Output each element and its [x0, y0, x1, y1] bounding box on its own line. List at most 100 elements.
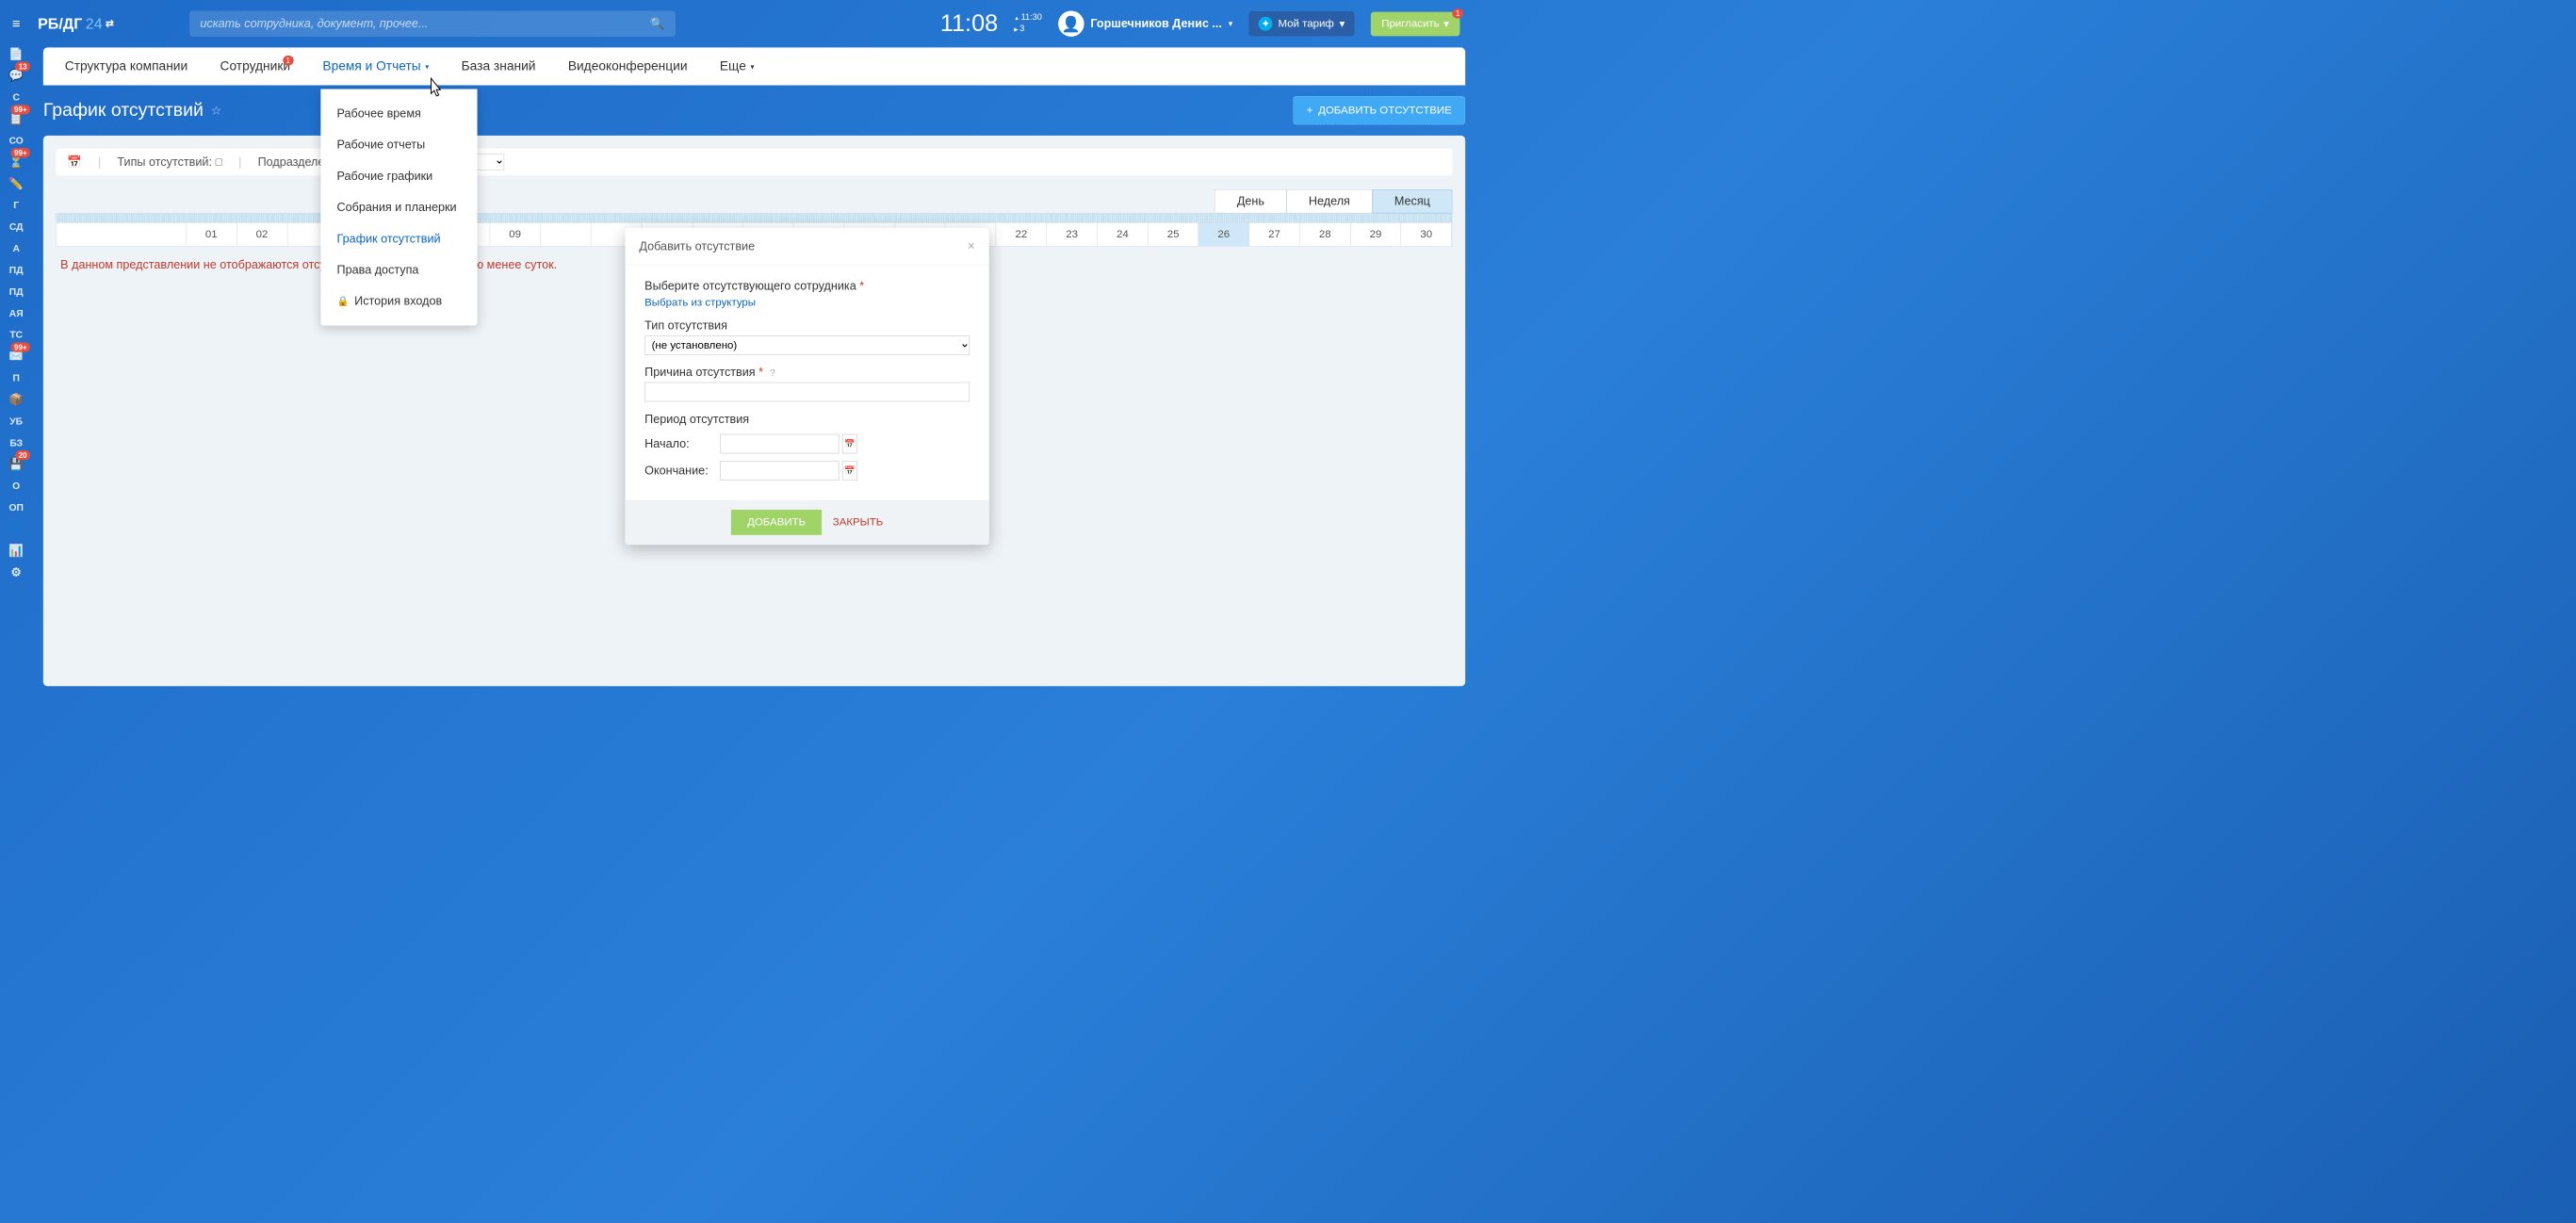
select-structure-link[interactable]: Выбрать из структуры	[644, 297, 756, 309]
top-nav: Структура компании Сотрудники1 Время и Отч…	[43, 47, 1465, 85]
logo[interactable]: РБ/ДГ 24 ⇄	[38, 15, 114, 32]
start-input[interactable]	[720, 434, 839, 454]
day-cell[interactable]: 23	[1047, 223, 1098, 247]
sidebar-item-9[interactable]: А	[6, 237, 27, 259]
end-label: Окончание:	[644, 464, 720, 478]
sidebar-item-12[interactable]: АЯ	[6, 302, 27, 324]
reason-input[interactable]	[644, 383, 970, 402]
user-menu[interactable]: 👤 Горшечников Денис ... ▾	[1058, 10, 1232, 37]
logo-text: РБ/ДГ	[38, 15, 82, 32]
dropdown-item-4[interactable]: График отсутствий	[320, 223, 477, 254]
modal-title: Добавить отсутствие	[639, 239, 755, 253]
calendar-icon[interactable]: 📅	[842, 461, 857, 481]
user-name: Горшечников Денис ...	[1090, 17, 1221, 31]
nav-item-0[interactable]: Структура компании	[65, 58, 187, 73]
day-cell[interactable]	[541, 223, 592, 247]
day-cell[interactable]: 29	[1350, 223, 1401, 247]
add-absence-button[interactable]: + ДОБАВИТЬ ОТСУТСТВИЕ	[1293, 96, 1465, 124]
calendar-icon[interactable]: 📅	[67, 155, 82, 169]
sidebar-item-8[interactable]: СД	[6, 216, 27, 237]
timeline-bar	[57, 213, 1453, 222]
day-cell[interactable]: 25	[1149, 223, 1199, 247]
header: РБ/ДГ 24 ⇄ 🔍 11:08 11:30 3 👤 Горшечников…	[0, 0, 1476, 47]
avatar: 👤	[1058, 10, 1084, 37]
sidebar-item-7[interactable]: Г	[6, 194, 27, 216]
nav-item-3[interactable]: База знаний	[462, 58, 536, 73]
chevron-down-icon: ▾	[425, 62, 429, 72]
day-cell[interactable]: 01	[187, 223, 237, 247]
day-cell[interactable]: 02	[236, 223, 287, 247]
day-cell[interactable]: 24	[1098, 223, 1149, 247]
pin-icon[interactable]: ⇄	[106, 18, 114, 29]
view-tabs: ДеньНеделяМесяц	[1215, 189, 1452, 213]
nav-item-5[interactable]: Еще▾	[720, 58, 755, 73]
sidebar-item-19[interactable]: 💾20	[6, 453, 27, 475]
tariff-icon: ✦	[1259, 17, 1273, 31]
time-reports-dropdown: Рабочее времяРабочие отчетыРабочие графи…	[320, 90, 477, 326]
cancel-button[interactable]: ЗАКРЫТЬ	[833, 510, 884, 535]
nav-item-1[interactable]: Сотрудники1	[220, 58, 290, 73]
period-label: Период отсутствия	[644, 413, 970, 427]
sidebar-item-15[interactable]: П	[6, 367, 27, 389]
search-input[interactable]	[200, 17, 649, 31]
search-icon[interactable]: 🔍	[649, 17, 664, 31]
page-title: График отсутствий ☆	[43, 100, 221, 121]
sidebar-item-22[interactable]: 👤	[6, 518, 27, 540]
day-cell[interactable]: 09	[490, 223, 541, 247]
chevron-down-icon: ▾	[1340, 17, 1345, 30]
reason-label: Причина отсутствия * ?	[644, 365, 970, 379]
close-icon[interactable]: ×	[968, 238, 975, 253]
filter-bar: 📅 | Типы отсутствий: | Подразделение:	[57, 149, 1453, 176]
help-icon[interactable]: ?	[770, 367, 775, 378]
sidebar-item-16[interactable]: 📦	[6, 389, 27, 411]
star-icon[interactable]: ☆	[211, 104, 221, 118]
sidebar-item-6[interactable]: ✏️	[6, 172, 27, 194]
sidebar-item-21[interactable]: ОП	[6, 497, 27, 518]
sidebar-item-3[interactable]: 📋99+	[6, 108, 27, 130]
sidebar-item-24[interactable]: ⚙	[6, 562, 27, 583]
type-select[interactable]: (не установлено)	[644, 335, 970, 355]
start-label: Начало:	[644, 437, 720, 451]
dropdown-item-2[interactable]: Рабочие графики	[320, 160, 477, 191]
sidebar-item-10[interactable]: ПД	[6, 259, 27, 281]
chevron-down-icon: ▾	[750, 62, 754, 72]
dropdown-item-0[interactable]: Рабочее время	[320, 98, 477, 129]
clock: 11:08	[940, 10, 998, 38]
hamburger-icon[interactable]: ≡	[12, 15, 21, 32]
view-tab-День[interactable]: День	[1215, 189, 1286, 213]
nav-item-4[interactable]: Видеоконференции	[568, 58, 688, 73]
view-tab-Месяц[interactable]: Месяц	[1372, 189, 1452, 213]
types-checkbox[interactable]	[215, 158, 221, 165]
invite-button[interactable]: Пригласить ▾ 1	[1371, 11, 1460, 36]
calendar-icon[interactable]: 📅	[842, 434, 857, 454]
nav-item-2[interactable]: Время и Отчеты▾	[322, 58, 429, 73]
day-cell[interactable]: 30	[1401, 223, 1452, 247]
plus-icon: +	[1307, 105, 1313, 117]
sidebar-item-20[interactable]: О	[6, 475, 27, 497]
add-absence-modal: Добавить отсутствие × Выберите отсутству…	[626, 228, 989, 545]
dropdown-item-6[interactable]: 🔒История входов	[320, 285, 477, 317]
chevron-down-icon: ▾	[1443, 17, 1449, 30]
sidebar-item-23[interactable]: 📊	[6, 540, 27, 562]
lock-icon: 🔒	[337, 296, 350, 307]
tariff-button[interactable]: ✦ Мой тариф ▾	[1249, 11, 1355, 36]
day-cell[interactable]: 27	[1249, 223, 1300, 247]
sidebar-item-5[interactable]: ⏳99+	[6, 151, 27, 172]
sidebar-item-14[interactable]: ✉️99+	[6, 346, 27, 367]
dropdown-item-1[interactable]: Рабочие отчеты	[320, 129, 477, 160]
logo-suffix: 24	[86, 15, 103, 32]
view-tab-Неделя[interactable]: Неделя	[1286, 189, 1372, 213]
employee-label: Выберите отсутствующего сотрудника *	[644, 279, 970, 293]
dropdown-item-5[interactable]: Права доступа	[320, 254, 477, 285]
search-bar[interactable]: 🔍	[189, 10, 676, 37]
dropdown-item-3[interactable]: Собрания и планерки	[320, 191, 477, 222]
end-input[interactable]	[720, 461, 839, 481]
day-cell[interactable]: 26	[1198, 223, 1249, 247]
day-cell[interactable]: 22	[996, 223, 1047, 247]
sidebar-item-17[interactable]: УБ	[6, 410, 27, 432]
submit-button[interactable]: ДОБАВИТЬ	[731, 510, 822, 535]
types-label: Типы отсутствий:	[117, 155, 212, 168]
sidebar-item-11[interactable]: ПД	[6, 281, 27, 302]
sidebar-item-1[interactable]: 💬13	[6, 65, 27, 87]
day-cell[interactable]: 28	[1300, 223, 1351, 247]
